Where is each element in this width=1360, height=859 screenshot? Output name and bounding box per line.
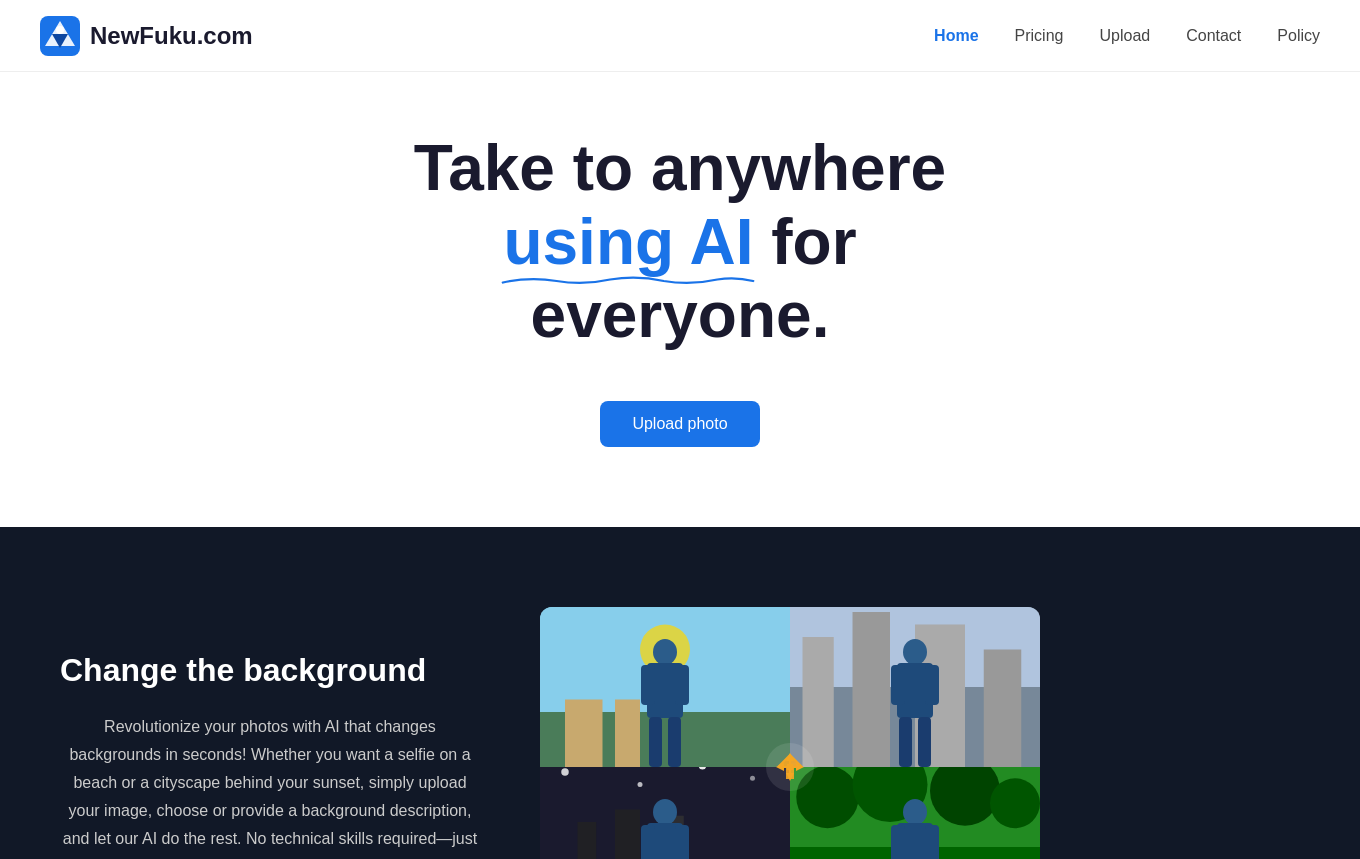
- svg-rect-19: [675, 825, 689, 859]
- nav-pricing[interactable]: Pricing: [1015, 27, 1064, 44]
- photo-grid-cell-3: [540, 767, 790, 859]
- svg-rect-14: [899, 717, 912, 767]
- hero-section: Take to anywhere using AI foreveryone. U…: [0, 72, 1360, 527]
- nav-upload[interactable]: Upload: [1099, 27, 1150, 44]
- logo-text: NewFuku.com: [90, 22, 253, 50]
- upload-photo-button[interactable]: Upload photo: [600, 401, 759, 447]
- hero-title: Take to anywhere using AI foreveryone.: [40, 132, 1320, 353]
- svg-point-16: [653, 799, 677, 825]
- svg-rect-13: [925, 665, 939, 705]
- svg-rect-32: [787, 764, 793, 770]
- svg-point-22: [903, 799, 927, 825]
- person-silhouette-2: [885, 637, 945, 767]
- nav-home[interactable]: Home: [934, 27, 978, 44]
- person-silhouette-4: [885, 797, 945, 859]
- svg-point-3: [56, 26, 64, 34]
- svg-rect-24: [891, 825, 905, 859]
- grid-center-arrow-icon: [766, 743, 814, 791]
- svg-rect-6: [641, 665, 655, 705]
- hero-title-prefix: Take to anywhere: [414, 132, 946, 204]
- feature-text-block: Change the background Revolutionize your…: [60, 652, 480, 859]
- logo[interactable]: NewFuku.com: [40, 16, 253, 56]
- svg-rect-25: [925, 825, 939, 859]
- svg-rect-18: [641, 825, 655, 859]
- person-silhouette-1: [635, 637, 695, 767]
- nav-contact[interactable]: Contact: [1186, 27, 1241, 44]
- feature-heading: Change the background: [60, 652, 480, 689]
- feature-photo-grid: [540, 607, 1040, 859]
- nav-links: Home Pricing Upload Contact Policy: [934, 27, 1320, 45]
- svg-rect-7: [675, 665, 689, 705]
- svg-rect-9: [668, 717, 681, 767]
- person-silhouette-3: [635, 797, 695, 859]
- photo-grid-cell-1: [540, 607, 790, 767]
- svg-rect-15: [918, 717, 931, 767]
- ai-underline-decoration: [503, 275, 753, 287]
- feature-section: Change the background Revolutionize your…: [0, 527, 1360, 859]
- svg-point-10: [903, 639, 927, 665]
- svg-point-4: [653, 639, 677, 665]
- svg-rect-8: [649, 717, 662, 767]
- photo-grid-cell-2: [790, 607, 1040, 767]
- nav-policy[interactable]: Policy: [1277, 27, 1320, 44]
- photo-grid-cell-4: [790, 767, 1040, 859]
- feature-description: Revolutionize your photos with AI that c…: [60, 713, 480, 859]
- logo-icon: [40, 16, 80, 56]
- hero-ai-text: using AI: [503, 206, 753, 280]
- svg-rect-12: [891, 665, 905, 705]
- navbar: NewFuku.com Home Pricing Upload Contact …: [0, 0, 1360, 72]
